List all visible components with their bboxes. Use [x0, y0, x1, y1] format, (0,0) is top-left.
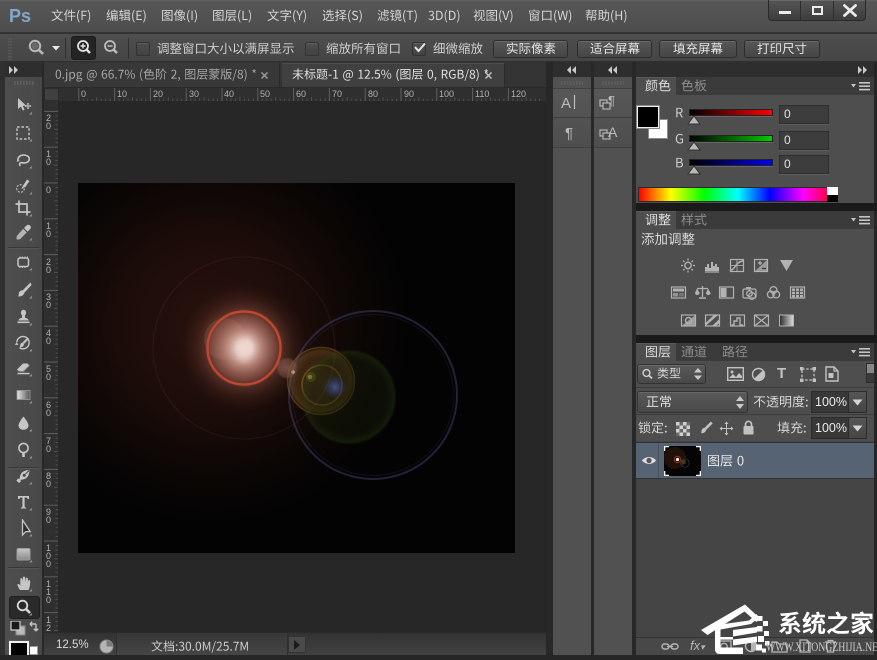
- svg-text:¶: ¶: [608, 93, 615, 108]
- svg-text:A: A: [608, 124, 618, 140]
- svg-text:Ps: Ps: [9, 6, 31, 26]
- svg-text:A: A: [561, 95, 571, 110]
- svg-text:¶: ¶: [565, 125, 573, 141]
